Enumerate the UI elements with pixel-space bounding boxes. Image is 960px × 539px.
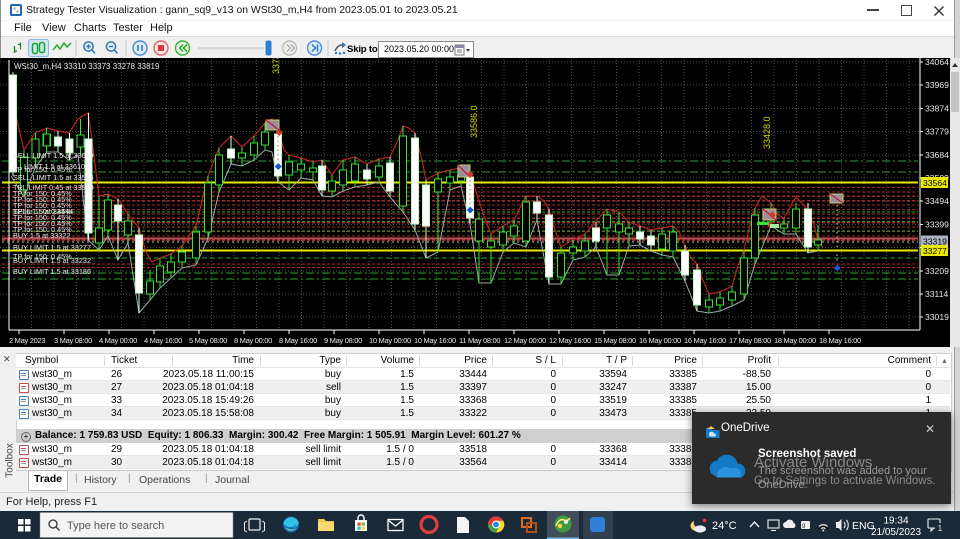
svg-text:12 May 00:00: 12 May 00:00 [504,336,546,345]
svg-text:WSt30_m,H4 33310 33373 33278: WSt30_m,H4 33310 33373 33278 33819 [14,62,160,71]
svg-text:SELL 1.5 at 33444: SELL 1.5 at 33444 [13,207,73,216]
svg-text:BUY LIMIT 1.5 at 33186: BUY LIMIT 1.5 at 33186 [13,267,91,276]
svg-text:2 May 2023: 2 May 2023 [9,336,45,345]
svg-text:33114: 33114 [925,289,948,299]
svg-text:8 May 16:00: 8 May 16:00 [279,336,317,345]
svg-text:19:34: 19:34 [883,516,908,527]
svg-text:34064: 34064 [925,58,949,67]
svg-text:10 May 00:00: 10 May 00:00 [369,336,411,345]
svg-text:18 May 00:00: 18 May 00:00 [774,336,816,345]
svg-text:33019: 33019 [925,312,949,322]
svg-text:SELL LIMIT 1.5 at 33659: SELL LIMIT 1.5 at 33659 [13,151,94,160]
svg-text:33586.0: 33586.0 [469,105,479,138]
svg-text:33783.0: 33783.0 [271,58,281,74]
svg-text:16 May 16:00: 16 May 16:00 [684,336,726,345]
svg-text:Skip to: Skip to [347,44,378,55]
svg-text:33564: 33564 [923,178,947,188]
svg-text:17 May 08:00: 17 May 08:00 [729,336,771,345]
svg-text:9 May 08:00: 9 May 08:00 [324,336,362,345]
svg-text:10 May 16:00: 10 May 16:00 [414,336,456,345]
svg-text:33684: 33684 [925,150,949,160]
svg-text:12 May 16:00: 12 May 16:00 [549,336,591,345]
svg-text:1: 1 [938,524,943,533]
svg-text:18 May 16:00: 18 May 16:00 [819,336,861,345]
svg-text:Type here to search: Type here to search [67,520,164,532]
svg-text:15 May 08:00: 15 May 08:00 [594,336,636,345]
svg-text:33969: 33969 [925,80,949,90]
svg-text:8 May 00:00: 8 May 00:00 [234,336,272,345]
svg-text:21/05/2023: 21/05/2023 [871,527,921,538]
svg-text:33494: 33494 [925,196,949,206]
svg-text:33277: 33277 [923,246,947,256]
svg-text:33399: 33399 [925,219,949,229]
svg-text:5 May 08:00: 5 May 08:00 [189,336,227,345]
svg-text:16 May 00:00: 16 May 00:00 [639,336,681,345]
svg-text:3 May 08:00: 3 May 08:00 [54,336,92,345]
svg-text:33779: 33779 [925,127,949,137]
svg-text:33874: 33874 [925,103,949,113]
svg-text:33209: 33209 [925,266,949,276]
svg-text:33428.0: 33428.0 [762,116,772,149]
svg-text:BUY 1.5 at 33322: BUY 1.5 at 33322 [13,231,70,240]
svg-text:BUY LIMIT 1.5 at 33277: BUY LIMIT 1.5 at 33277 [13,243,91,252]
svg-text:BUY LIMIT 1.5 at 33232: BUY LIMIT 1.5 at 33232 [13,256,91,265]
svg-text:11 May 08:00: 11 May 08:00 [459,336,500,345]
svg-text:24°C: 24°C [712,520,737,532]
svg-text:4 May 16:00: 4 May 16:00 [144,336,182,345]
svg-text:SELL LIMIT 1.5 at 33564: SELL LIMIT 1.5 at 33564 [13,173,94,182]
svg-text:4 May 00:00: 4 May 00:00 [99,336,137,345]
